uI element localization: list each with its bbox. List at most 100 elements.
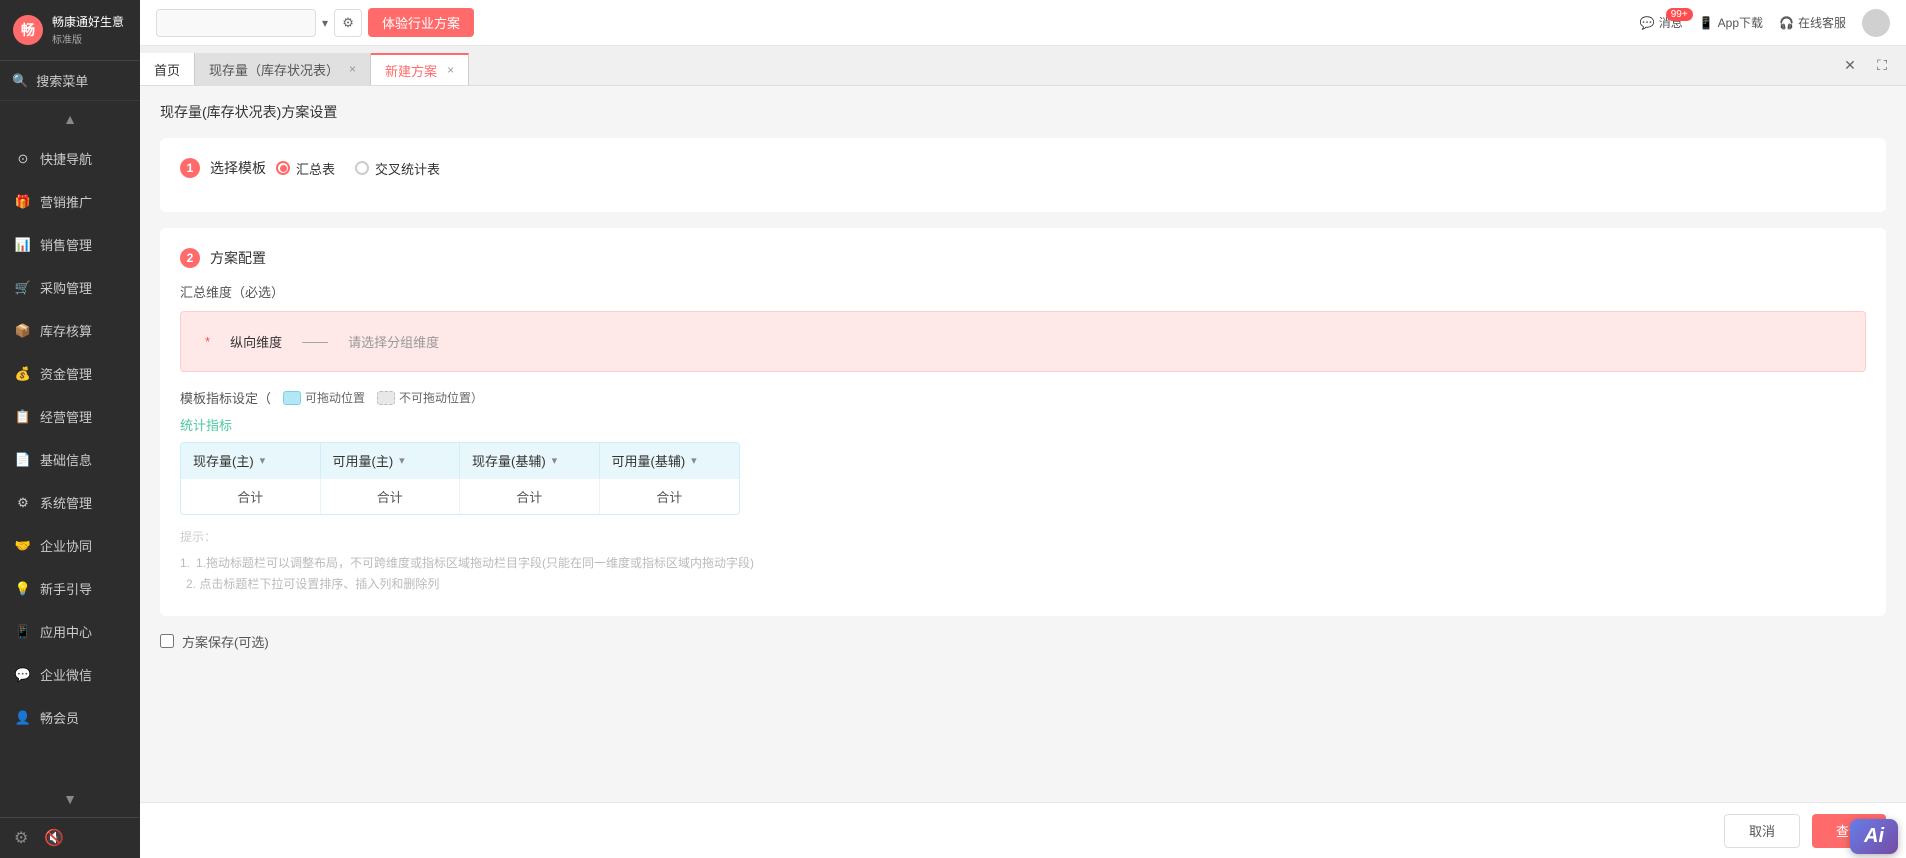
messages-button[interactable]: 💬 消息 99+ [1640, 14, 1683, 31]
sidebar-logo: 畅 畅康通好生意 标准版 [0, 0, 140, 61]
cancel-button[interactable]: 取消 [1724, 814, 1800, 848]
sidebar-item-label: 新手引导 [40, 579, 92, 598]
required-mark: * [205, 334, 210, 349]
svg-text:畅: 畅 [21, 22, 35, 38]
sidebar-item-label: 营销推广 [40, 192, 92, 211]
sidebar-item-label: 快捷导航 [40, 149, 92, 168]
gear-icon: ⚙ [342, 15, 354, 31]
stats-th-0-label: 现存量(主) [193, 451, 254, 470]
sidebar-item-basic[interactable]: 📄 基础信息 [0, 438, 140, 481]
ai-badge[interactable]: Ai [1850, 819, 1898, 854]
stats-th-1[interactable]: 可用量(主) ▾ [321, 443, 461, 478]
tab-new-plan-close[interactable]: × [447, 63, 454, 77]
chevron-down-0-icon: ▾ [260, 454, 266, 467]
stats-th-2-label: 现存量(基辅) [472, 451, 546, 470]
sidebar-item-label: 采购管理 [40, 278, 92, 297]
tab-home[interactable]: 首页 [140, 53, 195, 85]
tab-inventory-label: 现存量（库存状况表） [209, 60, 339, 79]
experience-btn[interactable]: 体验行业方案 [368, 8, 474, 37]
scroll-up-area: ▲ [0, 101, 140, 137]
radio-summary[interactable]: 汇总表 [276, 159, 335, 178]
sidebar-item-label: 库存核算 [40, 321, 92, 340]
step1-header: 1 选择模板 汇总表 交叉统计表 [180, 158, 1866, 178]
search-icon: 🔍 [12, 73, 28, 89]
topbar-gear-button[interactable]: ⚙ [334, 9, 362, 37]
sidebar-item-guide[interactable]: 💡 新手引导 [0, 567, 140, 610]
quick-nav-icon: ⊙ [14, 150, 32, 168]
step1-card: 1 选择模板 汇总表 交叉统计表 [160, 138, 1886, 212]
sidebar-item-member[interactable]: 👤 畅会员 [0, 696, 140, 739]
sound-icon[interactable]: 🔇 [44, 828, 64, 848]
app-edition: 标准版 [52, 31, 124, 46]
sidebar-item-label: 系统管理 [40, 493, 92, 512]
wechat-icon: 💬 [14, 666, 32, 684]
indicators-label-row: 模板指标设定（ 可拖动位置 不可拖动位置） [180, 388, 1866, 407]
main-area: ▾ ⚙ 体验行业方案 💬 消息 99+ 📱 App下载 🎧 在线客服 [140, 0, 1906, 858]
topbar: ▾ ⚙ 体验行业方案 💬 消息 99+ 📱 App下载 🎧 在线客服 [140, 0, 1906, 46]
user-avatar-button[interactable] [1862, 9, 1890, 37]
tab-close-all-button[interactable]: ✕ [1838, 54, 1862, 78]
sidebar-item-enterprise[interactable]: 🤝 企业协同 [0, 524, 140, 567]
topbar-search-input[interactable] [156, 9, 316, 37]
sidebar-item-label: 畅会员 [40, 708, 79, 727]
app-center-icon: 📱 [14, 623, 32, 641]
sidebar-nav: ⊙ 快捷导航 🎁 营销推广 📊 销售管理 🛒 采购管理 📦 库存核算 💰 资金管… [0, 137, 140, 781]
sidebar-item-purchase[interactable]: 🛒 采购管理 [0, 266, 140, 309]
topbar-dropdown-button[interactable]: ▾ [322, 16, 328, 30]
stats-td-1: 合计 [321, 479, 461, 514]
tab-new-plan[interactable]: 新建方案 × [371, 53, 469, 85]
tip-0-text: 1.拖动标题栏可以调整布局，不可跨维度或指标区域拖动栏目字段(只能在同一维度或指… [196, 553, 754, 575]
tab-inventory-close[interactable]: × [349, 62, 356, 76]
system-icon: ⚙ [14, 494, 32, 512]
sidebar-logo-text-block: 畅康通好生意 标准版 [52, 14, 124, 46]
stats-table: 现存量(主) ▾ 可用量(主) ▾ 现存量(基辅) ▾ 可用量(基辅) ▾ [180, 442, 740, 515]
sidebar-item-management[interactable]: 📋 经营管理 [0, 395, 140, 438]
sidebar-item-wechat[interactable]: 💬 企业微信 [0, 653, 140, 696]
sidebar-item-finance[interactable]: 💰 资金管理 [0, 352, 140, 395]
footer: 取消 查询 [140, 802, 1906, 858]
online-service-button[interactable]: 🎧 在线客服 [1779, 14, 1846, 31]
tips-area: 提示： 1. 1.拖动标题栏可以调整布局，不可跨维度或指标区域拖动栏目字段(只能… [180, 527, 1866, 596]
sidebar-item-inventory[interactable]: 📦 库存核算 [0, 309, 140, 352]
app-icon: 📱 [1699, 16, 1714, 30]
save-checkbox[interactable] [160, 634, 174, 648]
stats-td-3: 合计 [600, 479, 740, 514]
scroll-down-arrow[interactable]: ▼ [0, 787, 140, 811]
stats-th-3[interactable]: 可用量(基辅) ▾ [600, 443, 740, 478]
stats-section-label: 统计指标 [180, 415, 1866, 434]
content-area: 现存量(库存状况表)方案设置 1 选择模板 汇总表 交叉统计表 [140, 86, 1906, 802]
tab-new-plan-label: 新建方案 [385, 61, 437, 80]
step2-title: 方案配置 [210, 248, 266, 268]
sidebar-item-quick-nav[interactable]: ⊙ 快捷导航 [0, 137, 140, 180]
settings-icon[interactable]: ⚙ [14, 828, 28, 848]
scroll-up-arrow[interactable]: ▲ [0, 107, 140, 131]
tabbar: 首页 现存量（库存状况表） × 新建方案 × ✕ ⛶ [140, 46, 1906, 86]
scroll-down-area: ▼ [0, 781, 140, 817]
tab-home-label: 首页 [154, 60, 180, 79]
marketing-icon: 🎁 [14, 193, 32, 211]
sidebar-item-system[interactable]: ⚙ 系统管理 [0, 481, 140, 524]
sidebar-item-marketing[interactable]: 🎁 营销推广 [0, 180, 140, 223]
dimension-divider: —— [302, 334, 328, 349]
app-download-button[interactable]: 📱 App下载 [1699, 14, 1763, 31]
stats-th-0[interactable]: 现存量(主) ▾ [181, 443, 321, 478]
dimension-area[interactable]: * 纵向维度 —— 请选择分组维度 [180, 311, 1866, 372]
radio-cross[interactable]: 交叉统计表 [355, 159, 440, 178]
search-menu-item[interactable]: 🔍 搜索菜单 [0, 61, 140, 101]
dimension-section-label: 汇总维度（必选） [180, 282, 1866, 301]
stats-th-2[interactable]: 现存量(基辅) ▾ [460, 443, 600, 478]
template-radio-group: 汇总表 交叉统计表 [276, 159, 440, 178]
sidebar-item-app-center[interactable]: 📱 应用中心 [0, 610, 140, 653]
sidebar-bottom: ⚙ 🔇 [0, 817, 140, 858]
sidebar-item-sales[interactable]: 📊 销售管理 [0, 223, 140, 266]
search-menu-label: 搜索菜单 [36, 71, 88, 90]
basic-icon: 📄 [14, 451, 32, 469]
tab-inventory[interactable]: 现存量（库存状况表） × [195, 53, 371, 85]
tip-1-text: 2. 点击标题栏下拉可设置排序、插入列和删除列 [186, 574, 439, 596]
logo-icon: 畅 [12, 14, 44, 46]
messages-badge: 99+ [1666, 8, 1693, 21]
chevron-down-1-icon: ▾ [399, 454, 405, 467]
tab-expand-button[interactable]: ⛶ [1870, 54, 1894, 78]
sidebar-item-label: 经营管理 [40, 407, 92, 426]
step2-card: 2 方案配置 汇总维度（必选） * 纵向维度 —— 请选择分组维度 模板指标设定… [160, 228, 1886, 616]
